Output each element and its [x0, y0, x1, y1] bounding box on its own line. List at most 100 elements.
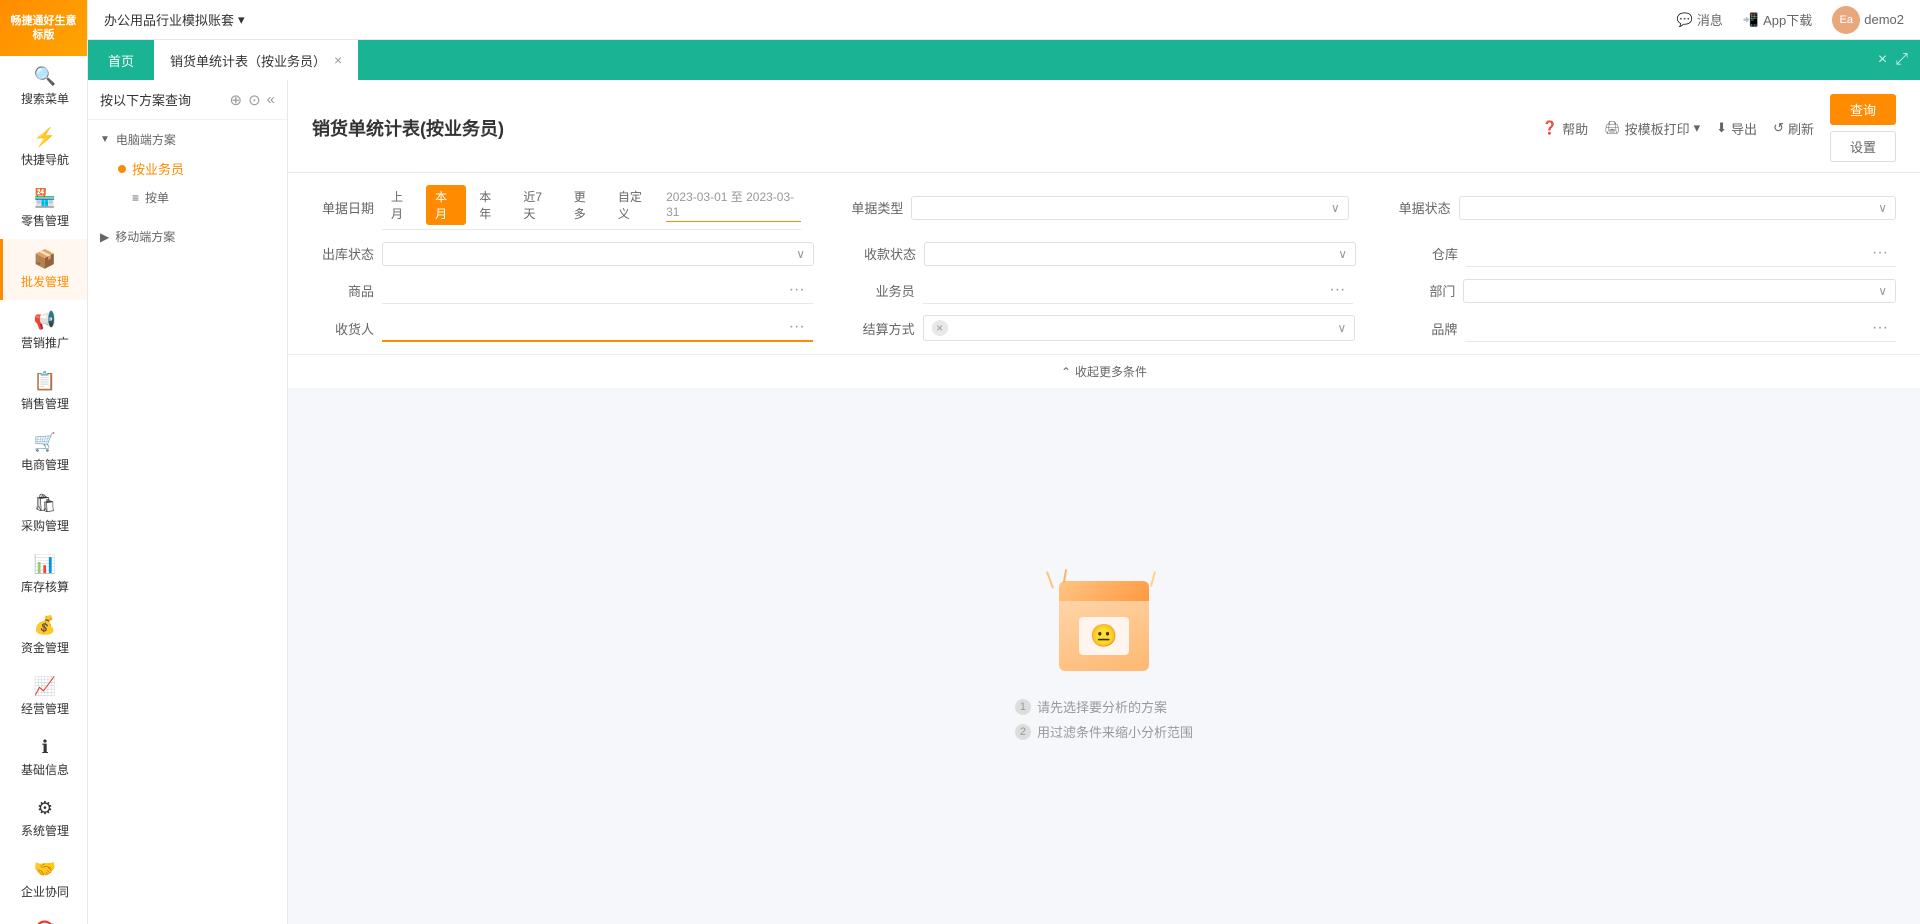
consignee-dots-icon[interactable]: ··· [789, 318, 805, 336]
pc-scheme-group-header[interactable]: ▼ 电脑端方案 [88, 126, 287, 153]
tab-close-all-icon[interactable]: × [1878, 51, 1887, 69]
mobile-scheme-group-header[interactable]: ▶ 移动端方案 [88, 223, 287, 250]
date-range-text: 2023-03-01 至 2023-03-31 [666, 188, 801, 222]
dept-chevron-icon[interactable]: ∨ [1878, 284, 1887, 298]
sidebar-item-purchase[interactable]: 🛍 采购管理 [0, 483, 88, 544]
sidebar-item-marketing[interactable]: 📢 营销推广 [0, 300, 88, 361]
empty-state: 😐 1 请先选择要分析的方案 2 [288, 388, 1920, 924]
print-chevron-icon: ▾ [1694, 120, 1701, 136]
payment-clear-icon[interactable]: × [932, 320, 948, 336]
left-panel: 按以下方案查询 ⊕ ⊙ « ▼ 电脑端方案 按业务员 ≡ 按单 [88, 80, 288, 924]
settings-scheme-icon[interactable]: ⊙ [248, 91, 261, 109]
receipt-status-chevron-icon[interactable]: ∨ [1338, 247, 1347, 261]
sidebar-item-system[interactable]: ⚙ 系统管理 [0, 788, 88, 849]
main-area: 办公用品行业模拟账套 ▾ 💬 消息 📲 App下载 Ea demo2 首页 销货… [88, 0, 1920, 924]
mobile-scheme-arrow-icon: ▶ [100, 230, 109, 244]
sidebar-item-label: 批发管理 [21, 273, 69, 290]
warehouse-dots-icon[interactable]: ··· [1872, 244, 1888, 262]
right-panel: 销货单统计表(按业务员) ❓ 帮助 🖨 按模板打印 ▾ ⬇ 导出 [288, 80, 1920, 924]
filter-row-2: 出库状态 ∨ 收款状态 ∨ 仓库 ··· [312, 240, 1896, 267]
sidebar-item-collab[interactable]: 🤝 企业协同 [0, 849, 88, 910]
help-button[interactable]: ❓ 帮助 [1542, 119, 1588, 138]
date-tab-last-month[interactable]: 上月 [382, 185, 422, 225]
refresh-button[interactable]: ↺ 刷新 [1773, 119, 1814, 138]
collab-icon: 🤝 [34, 859, 56, 880]
header-left: 办公用品行业模拟账套 ▾ [104, 10, 245, 29]
sidebar-item-inventory[interactable]: 📊 库存核算 [0, 544, 88, 605]
message-button[interactable]: 💬 消息 [1677, 10, 1723, 29]
collapse-label: 收起更多条件 [1075, 363, 1147, 380]
page-title-actions: ❓ 帮助 🖨 按模板打印 ▾ ⬇ 导出 ↺ 刷新 [1542, 94, 1896, 162]
empty-illustration: 😐 [1044, 571, 1164, 681]
sidebar-item-ecommerce[interactable]: 🛒 电商管理 [0, 422, 88, 483]
consignee-label: 收货人 [312, 319, 382, 338]
date-tab-this-month[interactable]: 本月 [426, 185, 466, 225]
sidebar-item-guide[interactable]: 🎯 新手引导 [0, 910, 88, 924]
date-tab-7days[interactable]: 近7天 [514, 185, 560, 225]
sidebar-item-sales[interactable]: 📋 销售管理 [0, 361, 88, 422]
sub-scheme-item-order[interactable]: ≡ 按单 [88, 184, 287, 211]
sidebar-item-search[interactable]: 🔍 搜索菜单 [0, 56, 88, 117]
breadcrumb-dropdown[interactable]: 办公用品行业模拟账套 ▾ [104, 10, 245, 29]
sidebar-item-basic-info[interactable]: ℹ 基础信息 [0, 727, 88, 788]
goods-dots-icon[interactable]: ··· [789, 281, 805, 299]
help-label: 帮助 [1562, 119, 1588, 138]
sidebar-item-label: 资金管理 [21, 639, 69, 656]
sidebar-item-quick-nav[interactable]: ⚡ 快捷导航 [0, 117, 88, 178]
empty-tips: 1 请先选择要分析的方案 2 用过滤条件来缩小分析范围 [1015, 697, 1193, 741]
brand-dots-icon[interactable]: ··· [1872, 319, 1888, 337]
payment-chevron-icon[interactable]: ∨ [1338, 321, 1347, 335]
sidebar-item-wholesale[interactable]: 📦 批发管理 [0, 239, 88, 300]
user-menu[interactable]: Ea demo2 [1832, 6, 1904, 34]
tab-maximize-icon[interactable]: ⤢ [1895, 51, 1908, 69]
page-content: 按以下方案查询 ⊕ ⊙ « ▼ 电脑端方案 按业务员 ≡ 按单 [88, 80, 1920, 924]
export-button[interactable]: ⬇ 导出 [1716, 119, 1757, 138]
date-tab-custom[interactable]: 自定义 [609, 185, 660, 225]
collapse-panel-icon[interactable]: « [267, 91, 275, 109]
retail-icon: 🏪 [34, 188, 56, 209]
tab-close-icon[interactable]: × [334, 52, 342, 68]
sidebar: 畅捷通好生意 标版 🔍 搜索菜单 ⚡ 快捷导航 🏪 零售管理 📦 批发管理 📢 … [0, 0, 88, 924]
filter-area: 单据日期 上月 本月 本年 近7天 更多 自定义 2023-03-01 至 20… [288, 173, 1920, 354]
payment-label: 结算方式 [853, 319, 923, 338]
tab-label: 销货单统计表（按业务员） [170, 51, 326, 70]
query-button[interactable]: 查询 [1830, 94, 1896, 125]
tab-sales-stat[interactable]: 销货单统计表（按业务员） × [154, 40, 358, 80]
add-scheme-icon[interactable]: ⊕ [230, 91, 243, 109]
inventory-icon: 📊 [34, 554, 56, 575]
salesman-dots-icon[interactable]: ··· [1329, 281, 1345, 299]
header-right: 💬 消息 📲 App下载 Ea demo2 [1677, 6, 1904, 34]
tab-home[interactable]: 首页 [88, 40, 154, 80]
print-button[interactable]: 🖨 按模板打印 ▾ [1604, 119, 1700, 138]
date-tab-more[interactable]: 更多 [565, 185, 605, 225]
app-logo[interactable]: 畅捷通好生意 标版 [0, 0, 88, 56]
sales-icon: 📋 [34, 371, 56, 392]
marketing-icon: 📢 [34, 310, 56, 331]
system-icon: ⚙ [37, 798, 53, 819]
tab-bar: 首页 销货单统计表（按业务员） × × ⤢ [88, 40, 1920, 80]
finance-icon: 💰 [34, 615, 56, 636]
scheme-item-salesman[interactable]: 按业务员 [88, 153, 287, 184]
doc-type-chevron-icon[interactable]: ∨ [1331, 201, 1340, 215]
out-status-chevron-icon[interactable]: ∨ [796, 247, 805, 261]
doc-status-chevron-icon[interactable]: ∨ [1878, 201, 1887, 215]
sidebar-item-label: 快捷导航 [21, 151, 69, 168]
warehouse-label: 仓库 [1396, 244, 1466, 263]
sidebar-item-operation[interactable]: 📈 经营管理 [0, 666, 88, 727]
download-icon: 📲 [1743, 12, 1759, 28]
app-download-button[interactable]: 📲 App下载 [1743, 10, 1812, 29]
dept-label: 部门 [1393, 281, 1463, 300]
filter-row-3: 商品 ··· 业务员 ··· 部门 ∨ [312, 277, 1896, 304]
logo-subtext: 标版 [33, 28, 55, 42]
date-tab-this-year[interactable]: 本年 [470, 185, 510, 225]
settings-button[interactable]: 设置 [1830, 131, 1896, 162]
collapse-filter-button[interactable]: ⌃ 收起更多条件 [288, 354, 1920, 388]
sidebar-item-finance[interactable]: 💰 资金管理 [0, 605, 88, 666]
print-label: 按模板打印 [1625, 119, 1690, 138]
logo-text: 畅捷通好生意 [11, 14, 77, 28]
help-icon: ❓ [1542, 120, 1558, 136]
date-label: 单据日期 [312, 198, 382, 217]
ecommerce-icon: 🛒 [34, 432, 56, 453]
tip-1-number: 1 [1015, 699, 1031, 715]
sidebar-item-retail[interactable]: 🏪 零售管理 [0, 178, 88, 239]
